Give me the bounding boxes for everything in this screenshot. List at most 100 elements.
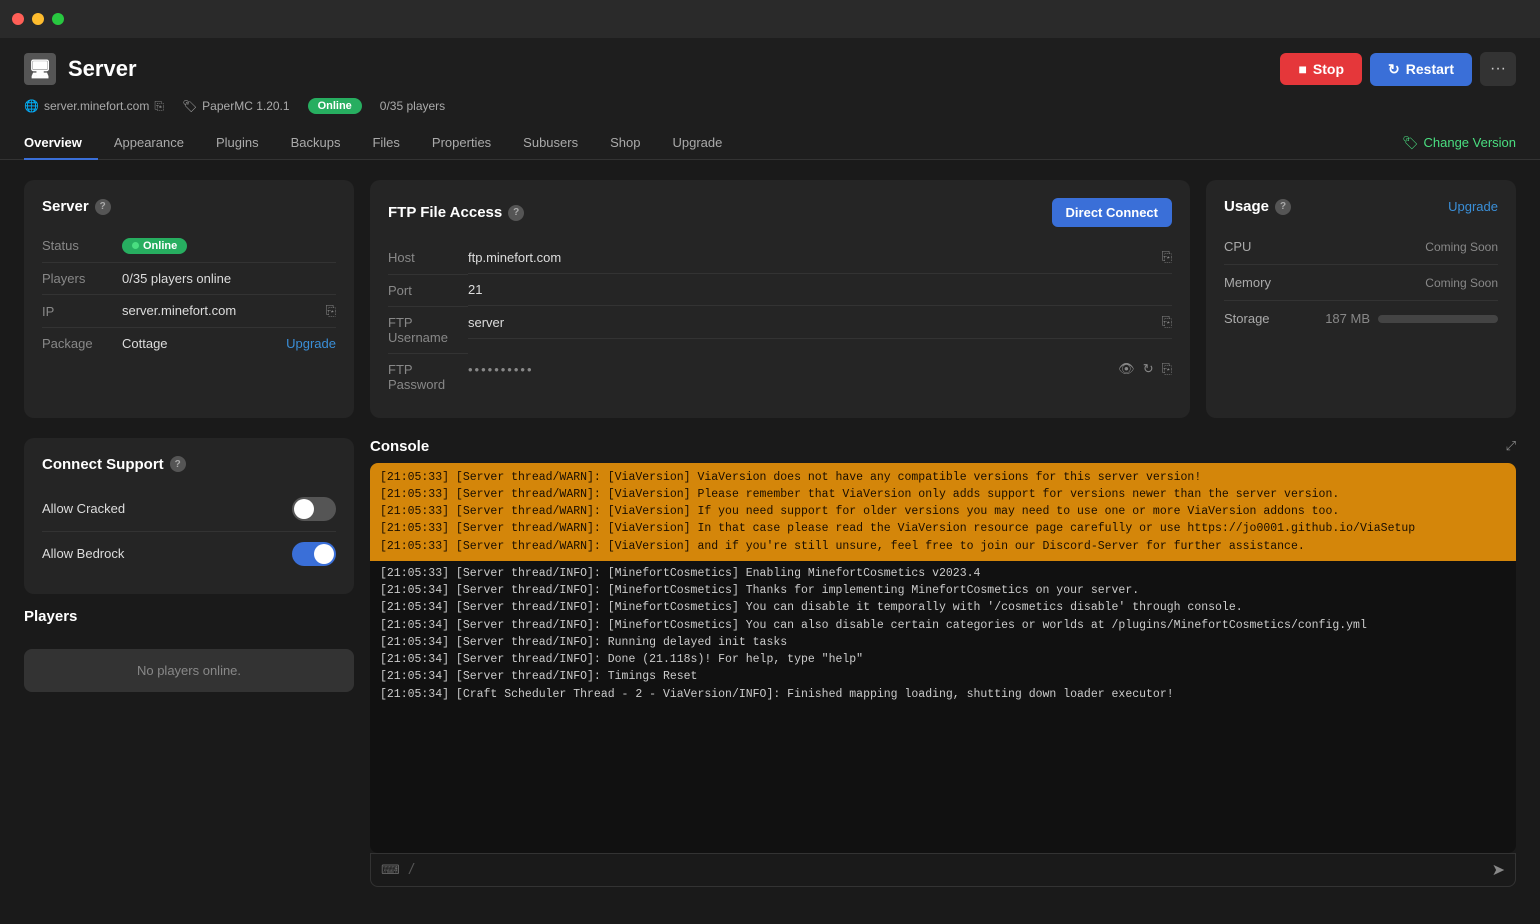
allow-bedrock-row: Allow Bedrock bbox=[42, 532, 336, 576]
nav-bar: OverviewAppearancePluginsBackupsFilesPro… bbox=[24, 126, 1516, 159]
port-label: Port bbox=[388, 274, 468, 306]
status-value: Online bbox=[122, 229, 336, 262]
console-input-row: ⌨ / ➤ bbox=[370, 853, 1516, 887]
password-masked: •••••••••• bbox=[468, 362, 534, 377]
connect-support-title: Connect Support ? bbox=[42, 456, 336, 473]
cpu-row: CPU Coming Soon bbox=[1224, 229, 1498, 265]
allow-cracked-toggle[interactable] bbox=[292, 497, 336, 521]
storage-value: 187 MB bbox=[1325, 311, 1370, 326]
no-players-message: No players online. bbox=[24, 649, 354, 692]
second-row: Connect Support ? Allow Cracked Allow Be… bbox=[0, 438, 1540, 907]
table-row: IP server.minefort.com ⎘ bbox=[42, 295, 336, 328]
tag-icon-green: 🏷 bbox=[1402, 135, 1419, 151]
storage-row: Storage 187 MB bbox=[1224, 301, 1498, 336]
host-label: Host bbox=[388, 241, 468, 274]
usage-upgrade-link[interactable]: Upgrade bbox=[1448, 199, 1498, 214]
storage-progress-bar bbox=[1378, 315, 1498, 323]
nav-tab-files[interactable]: Files bbox=[356, 127, 415, 160]
server-address-meta: 🌐 server.minefort.com ⎘ bbox=[24, 99, 164, 114]
nav-tab-upgrade[interactable]: Upgrade bbox=[656, 127, 738, 160]
players-value: 0/35 players online bbox=[122, 263, 336, 295]
server-title-area: 🖥 Server bbox=[24, 53, 137, 85]
status-badge: Online bbox=[122, 238, 187, 254]
ip-value: server.minefort.com ⎘ bbox=[122, 295, 336, 328]
ftp-card: FTP File Access ? Direct Connect Host ft… bbox=[370, 180, 1190, 418]
copy-password-icon[interactable]: ⎘ bbox=[1162, 361, 1172, 377]
copy-address-icon[interactable]: ⎘ bbox=[154, 99, 164, 114]
header-actions: ■ Stop ↻ Restart ··· bbox=[1280, 52, 1516, 86]
console-send-icon[interactable]: ➤ bbox=[1492, 860, 1505, 880]
more-options-button[interactable]: ··· bbox=[1480, 52, 1516, 86]
nav-tab-subusers[interactable]: Subusers bbox=[507, 127, 594, 160]
console-info-block: [21:05:33] [Server thread/INFO]: [Minefo… bbox=[370, 561, 1516, 707]
storage-label: Storage bbox=[1224, 311, 1270, 326]
copy-ip-icon[interactable]: ⎘ bbox=[326, 303, 336, 319]
cpu-value: Coming Soon bbox=[1425, 240, 1498, 254]
console-warn-block: [21:05:33] [Server thread/WARN]: [ViaVer… bbox=[370, 463, 1516, 561]
player-count: 0/35 players bbox=[380, 99, 445, 113]
nav-tab-overview[interactable]: Overview bbox=[24, 127, 98, 160]
server-card-title: Server ? bbox=[42, 198, 336, 215]
table-row: Host ftp.minefort.com ⎘ bbox=[388, 241, 1172, 274]
nav-tab-plugins[interactable]: Plugins bbox=[200, 127, 275, 160]
memory-row: Memory Coming Soon bbox=[1224, 265, 1498, 301]
nav-tab-shop[interactable]: Shop bbox=[594, 127, 656, 160]
nav-tabs: OverviewAppearancePluginsBackupsFilesPro… bbox=[24, 126, 738, 159]
toggle-password-icon[interactable]: 👁 bbox=[1118, 361, 1135, 377]
ftp-info-table: Host ftp.minefort.com ⎘ Port 21 FTP User… bbox=[388, 241, 1172, 400]
console-expand-icon[interactable]: ⤢ bbox=[1506, 438, 1516, 454]
connect-support-card: Connect Support ? Allow Cracked Allow Be… bbox=[24, 438, 354, 594]
allow-bedrock-toggle[interactable] bbox=[292, 542, 336, 566]
status-label: Status bbox=[42, 229, 122, 262]
restart-button[interactable]: ↻ Restart bbox=[1370, 53, 1472, 86]
ftp-card-header: FTP File Access ? Direct Connect bbox=[388, 198, 1172, 227]
stop-icon: ■ bbox=[1298, 61, 1306, 77]
maximize-button[interactable] bbox=[52, 13, 64, 25]
memory-value: Coming Soon bbox=[1425, 276, 1498, 290]
host-value: ftp.minefort.com ⎘ bbox=[468, 241, 1172, 274]
players-card: Players No players online. bbox=[24, 608, 354, 692]
upgrade-link[interactable]: Upgrade bbox=[286, 336, 336, 351]
copy-host-icon[interactable]: ⎘ bbox=[1162, 249, 1172, 265]
minimize-button[interactable] bbox=[32, 13, 44, 25]
table-row: Package Cottage Upgrade bbox=[42, 328, 336, 360]
online-status-badge: Online bbox=[308, 98, 362, 114]
cpu-label: CPU bbox=[1224, 239, 1251, 254]
memory-label: Memory bbox=[1224, 275, 1271, 290]
table-row: Status Online bbox=[42, 229, 336, 262]
toggle-knob bbox=[294, 499, 314, 519]
ftp-username-value: server ⎘ bbox=[468, 306, 1172, 339]
ftp-password-value: •••••••••• 👁 ↻ ⎘ bbox=[468, 353, 1172, 385]
ip-label: IP bbox=[42, 295, 122, 328]
connect-help-icon[interactable]: ? bbox=[170, 456, 186, 472]
titlebar bbox=[0, 0, 1540, 38]
console-input[interactable] bbox=[428, 862, 1484, 877]
players-label: Players bbox=[42, 262, 122, 295]
nav-tab-properties[interactable]: Properties bbox=[416, 127, 507, 160]
change-version-button[interactable]: 🏷 Change Version bbox=[1402, 127, 1516, 159]
direct-connect-button[interactable]: Direct Connect bbox=[1052, 198, 1172, 227]
server-icon: 🖥 bbox=[24, 53, 56, 85]
server-info-table: Status Online Players 0/35 players onlin… bbox=[42, 229, 336, 359]
nav-tab-backups[interactable]: Backups bbox=[275, 127, 357, 160]
online-dot bbox=[132, 242, 139, 249]
header: 🖥 Server ■ Stop ↻ Restart ··· 🌐 server.m… bbox=[0, 38, 1540, 160]
console-header: Console ⤢ bbox=[370, 438, 1516, 455]
allow-cracked-label: Allow Cracked bbox=[42, 501, 125, 516]
toggle-knob bbox=[314, 544, 334, 564]
close-button[interactable] bbox=[12, 13, 24, 25]
server-address-icon: 🌐 bbox=[24, 99, 39, 113]
allow-bedrock-label: Allow Bedrock bbox=[42, 546, 124, 561]
usage-help-icon[interactable]: ? bbox=[1275, 199, 1291, 215]
ftp-help-icon[interactable]: ? bbox=[508, 205, 524, 221]
restart-icon: ↻ bbox=[1388, 61, 1400, 78]
console-body: [21:05:33] [Server thread/WARN]: [ViaVer… bbox=[370, 463, 1516, 853]
usage-card-title: Usage ? bbox=[1224, 198, 1291, 215]
stop-button[interactable]: ■ Stop bbox=[1280, 53, 1362, 85]
table-row: Players 0/35 players online bbox=[42, 262, 336, 295]
copy-username-icon[interactable]: ⎘ bbox=[1162, 314, 1172, 330]
refresh-password-icon[interactable]: ↻ bbox=[1143, 361, 1154, 377]
nav-tab-appearance[interactable]: Appearance bbox=[98, 127, 200, 160]
server-help-icon[interactable]: ? bbox=[95, 199, 111, 215]
ftp-card-title: FTP File Access ? bbox=[388, 204, 524, 221]
